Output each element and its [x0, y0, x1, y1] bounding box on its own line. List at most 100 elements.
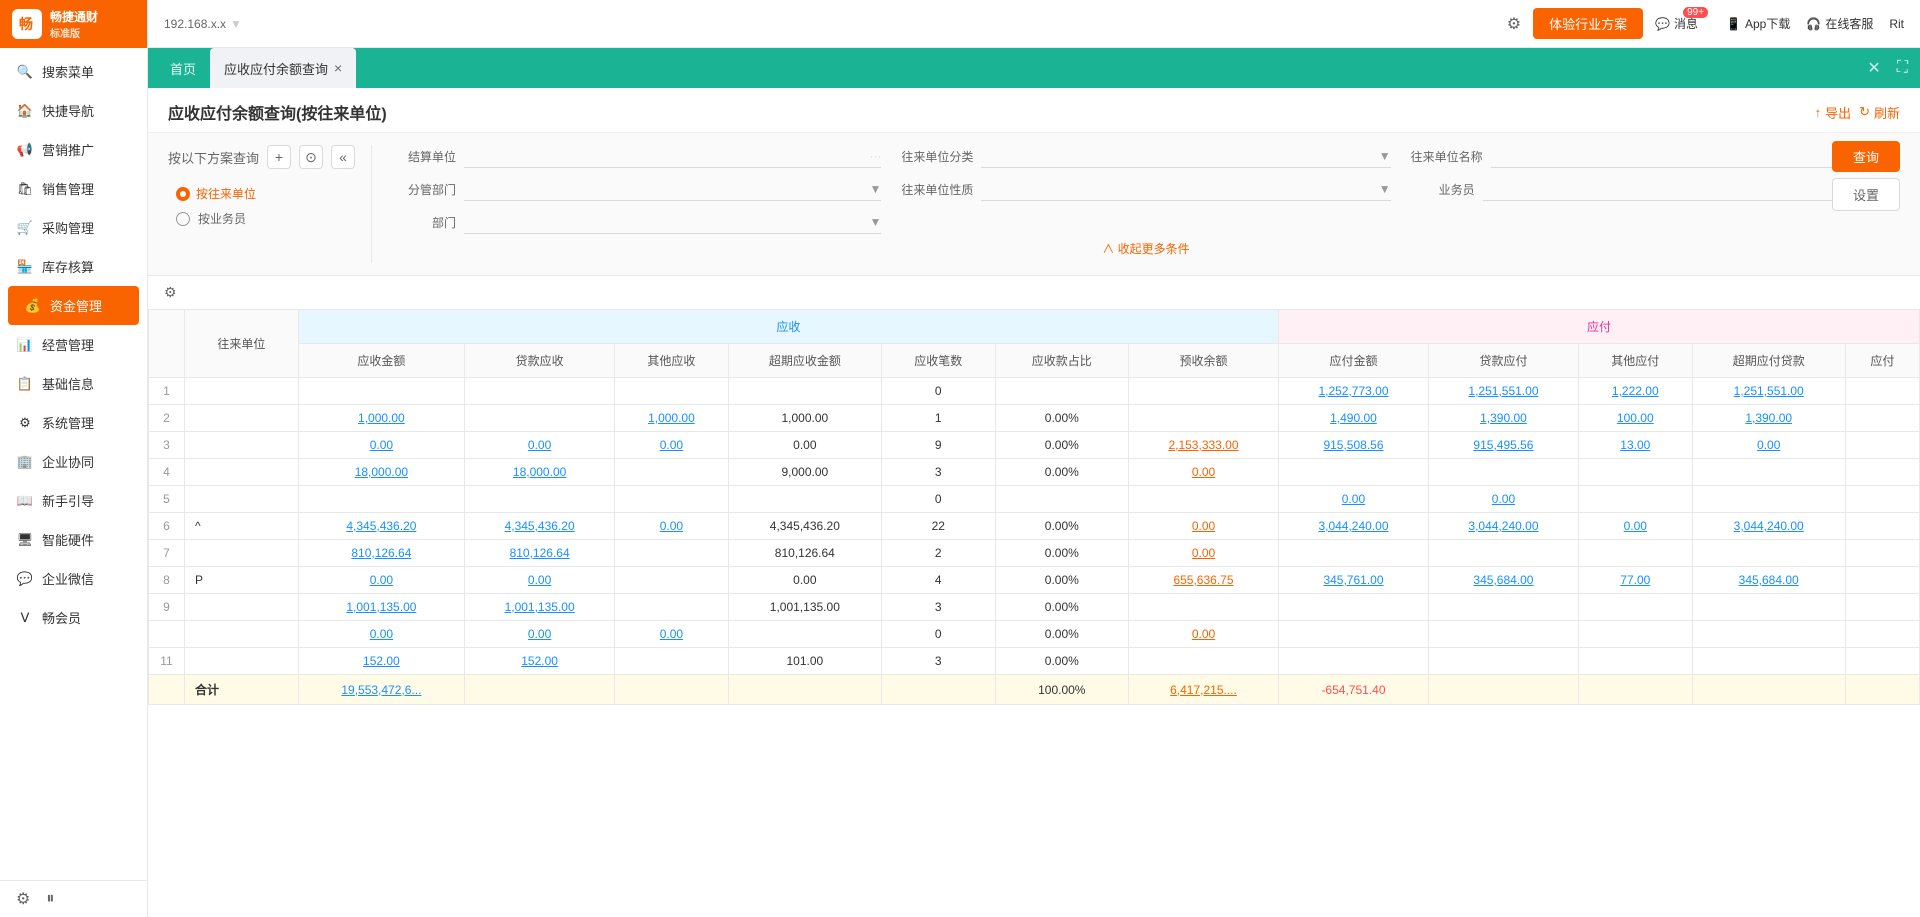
tab-home[interactable]: 首页: [156, 48, 210, 88]
row-yingshou-je[interactable]: [298, 486, 464, 513]
row-daikuan-yf[interactable]: [1428, 540, 1578, 567]
settings-footer-btn[interactable]: ⚙: [16, 889, 30, 909]
sidebar-item-operations[interactable]: 📊 经营管理: [0, 325, 147, 364]
table-container[interactable]: 往来单位 应收 应付 应收金额 贷款应收 其他应收 超期应收金额 应收笔数 应收…: [148, 309, 1920, 705]
tab-close-icon[interactable]: ×: [334, 60, 342, 76]
row-yingshou-je[interactable]: 0.00: [298, 621, 464, 648]
sidebar-item-hardware[interactable]: 🖥 智能硬件: [0, 520, 147, 559]
row-yingfu-je[interactable]: 1,252,773.00: [1278, 378, 1428, 405]
scheme-item-salesman[interactable]: 按业务员: [168, 206, 355, 231]
row-yingfu-je[interactable]: [1278, 594, 1428, 621]
sidebar-item-system[interactable]: ⚙ 系统管理: [0, 403, 147, 442]
jiesuan-input[interactable]: [464, 149, 869, 163]
sidebar-item-marketing[interactable]: 📢 营销推广: [0, 130, 147, 169]
row-chaoqi-yf[interactable]: 1,390.00: [1692, 405, 1845, 432]
row-qita-ys[interactable]: 0.00: [615, 513, 729, 540]
sidebar-item-search[interactable]: 🔍 搜索菜单: [0, 52, 147, 91]
row-daikuan-yf[interactable]: 3,044,240.00: [1428, 513, 1578, 540]
input-fenguan-dept[interactable]: ▼: [464, 178, 881, 201]
row-daikuan-ys[interactable]: 0.00: [465, 621, 615, 648]
row-yingfu-je[interactable]: 0.00: [1278, 486, 1428, 513]
row-qita-yf[interactable]: 13.00: [1578, 432, 1692, 459]
input-laiwei-xingzhi[interactable]: ▼: [981, 178, 1390, 201]
online-service-btn[interactable]: 🎧 在线客服: [1806, 15, 1873, 32]
row-yushou[interactable]: 0.00: [1129, 621, 1279, 648]
row-daikuan-ys[interactable]: 0.00: [465, 432, 615, 459]
row-daikuan-yf[interactable]: 1,251,551.00: [1428, 378, 1578, 405]
sidebar-item-wechat[interactable]: 💬 企业微信: [0, 559, 147, 598]
row-daikuan-yf[interactable]: [1428, 594, 1578, 621]
row-qita-ys[interactable]: [615, 378, 729, 405]
row-daikuan-yf[interactable]: 0.00: [1428, 486, 1578, 513]
fenguan-dept-chevron[interactable]: ▼: [869, 182, 881, 196]
input-jiesuan[interactable]: ···: [464, 145, 881, 168]
sidebar-item-inventory[interactable]: 🏪 库存核算: [0, 247, 147, 286]
row-yushou[interactable]: 0.00: [1129, 513, 1279, 540]
row-daikuan-ys[interactable]: 810,126.64: [465, 540, 615, 567]
laiwei-xingzhi-input[interactable]: [981, 182, 1378, 196]
row-qita-yf[interactable]: 1,222.00: [1578, 378, 1692, 405]
row-yushou[interactable]: [1129, 648, 1279, 675]
row-yingshou-je[interactable]: 810,126.64: [298, 540, 464, 567]
row-daikuan-yf[interactable]: [1428, 648, 1578, 675]
subtotal-yushou[interactable]: 6,417,215....: [1129, 675, 1279, 705]
row-qita-ys[interactable]: [615, 594, 729, 621]
add-scheme-btn[interactable]: +: [267, 145, 291, 169]
scheme-item-company[interactable]: 按往来单位: [168, 181, 355, 206]
row-daikuan-ys[interactable]: 0.00: [465, 567, 615, 594]
row-chaoqi-yf[interactable]: [1692, 621, 1845, 648]
row-daikuan-ys[interactable]: [465, 378, 615, 405]
row-yingshou-je[interactable]: 0.00: [298, 567, 464, 594]
trial-btn[interactable]: 体验行业方案: [1533, 8, 1643, 39]
row-qita-ys[interactable]: [615, 459, 729, 486]
sidebar-item-vip[interactable]: Ⅴ 畅会员: [0, 598, 147, 637]
collapse-more-btn[interactable]: ∧ 收起更多条件: [392, 234, 1900, 263]
sidebar-item-quick-nav[interactable]: 🏠 快捷导航: [0, 91, 147, 130]
row-chaoqi-yf[interactable]: 3,044,240.00: [1692, 513, 1845, 540]
row-qita-yf[interactable]: [1578, 486, 1692, 513]
scheme-settings-btn[interactable]: ⊙: [299, 145, 323, 169]
row-qita-ys[interactable]: 0.00: [615, 432, 729, 459]
dept-chevron[interactable]: ▼: [869, 215, 881, 229]
row-chaoqi-yf[interactable]: [1692, 540, 1845, 567]
row-yingfu-je[interactable]: [1278, 648, 1428, 675]
row-chaoqi-yf[interactable]: [1692, 648, 1845, 675]
row-yingfu-je[interactable]: [1278, 540, 1428, 567]
row-qita-yf[interactable]: [1578, 621, 1692, 648]
row-qita-yf[interactable]: [1578, 459, 1692, 486]
row-yingshou-je[interactable]: [298, 378, 464, 405]
row-daikuan-ys[interactable]: 4,345,436.20: [465, 513, 615, 540]
topbar-gear-icon[interactable]: ⚙: [1507, 14, 1521, 34]
row-qita-ys[interactable]: 0.00: [615, 621, 729, 648]
row-yingshou-je[interactable]: 18,000.00: [298, 459, 464, 486]
row-chaoqi-yf[interactable]: [1692, 459, 1845, 486]
row-yushou[interactable]: [1129, 486, 1279, 513]
row-yingshou-je[interactable]: 152.00: [298, 648, 464, 675]
row-qita-ys[interactable]: 1,000.00: [615, 405, 729, 432]
row-yushou[interactable]: [1129, 378, 1279, 405]
row-qita-yf[interactable]: 100.00: [1578, 405, 1692, 432]
row-yingfu-je[interactable]: [1278, 621, 1428, 648]
row-qita-yf[interactable]: [1578, 540, 1692, 567]
sidebar-item-finance[interactable]: 💰 资金管理: [8, 286, 139, 325]
row-daikuan-yf[interactable]: 1,390.00: [1428, 405, 1578, 432]
row-daikuan-ys[interactable]: [465, 486, 615, 513]
row-yingfu-je[interactable]: [1278, 459, 1428, 486]
laiwei-fenlei-chevron[interactable]: ▼: [1379, 149, 1391, 163]
row-yingfu-je[interactable]: 3,044,240.00: [1278, 513, 1428, 540]
row-yushou[interactable]: [1129, 405, 1279, 432]
row-qita-yf[interactable]: [1578, 648, 1692, 675]
row-daikuan-yf[interactable]: [1428, 459, 1578, 486]
sidebar-item-basic-info[interactable]: 📋 基础信息: [0, 364, 147, 403]
row-daikuan-yf[interactable]: [1428, 621, 1578, 648]
laiwei-fenlei-input[interactable]: [981, 149, 1378, 163]
row-qita-yf[interactable]: 77.00: [1578, 567, 1692, 594]
user-info[interactable]: Rit: [1889, 17, 1904, 31]
row-daikuan-ys[interactable]: [465, 405, 615, 432]
sidebar-item-enterprise[interactable]: 🏢 企业协同: [0, 442, 147, 481]
sidebar-item-guide[interactable]: 📖 新手引导: [0, 481, 147, 520]
jiesuan-dots[interactable]: ···: [869, 149, 881, 163]
row-yingshou-je[interactable]: 1,000.00: [298, 405, 464, 432]
row-yingfu-je[interactable]: 1,490.00: [1278, 405, 1428, 432]
subtotal-yingshou-je[interactable]: 19,553,472,6...: [298, 675, 464, 705]
